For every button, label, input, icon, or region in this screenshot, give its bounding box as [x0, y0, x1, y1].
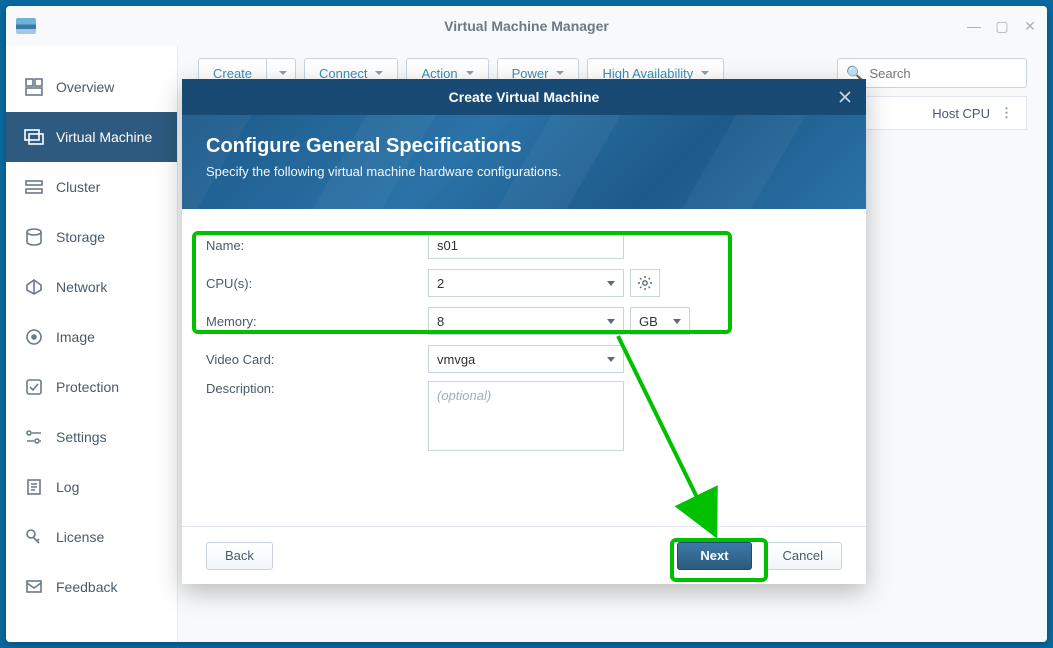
dialog-footer: Back Next Cancel: [182, 526, 866, 584]
cpu-label: CPU(s):: [206, 276, 428, 291]
memory-unit-dropdown[interactable]: GB: [630, 307, 690, 335]
cpu-dropdown[interactable]: 2: [428, 269, 624, 297]
dialog-banner: Configure General Specifications Specify…: [182, 115, 866, 209]
chevron-down-icon: [607, 357, 615, 362]
create-vm-dialog: Create Virtual Machine Configure General…: [182, 79, 866, 584]
app-window: Virtual Machine Manager — ▢ ✕ Overview V…: [6, 6, 1047, 642]
back-button[interactable]: Back: [206, 542, 273, 570]
memory-dropdown[interactable]: 8: [428, 307, 624, 335]
chevron-down-icon: [673, 319, 681, 324]
gear-icon: [637, 275, 653, 291]
dialog-close-button[interactable]: [836, 88, 854, 106]
chevron-down-icon: [607, 319, 615, 324]
close-icon: [839, 91, 851, 103]
name-input[interactable]: [428, 231, 624, 259]
video-dropdown[interactable]: vmvga: [428, 345, 624, 373]
dialog-heading: Configure General Specifications: [206, 135, 842, 158]
dialog-titlebar: Create Virtual Machine: [182, 79, 866, 115]
name-label: Name:: [206, 238, 428, 253]
dialog-body: Name: CPU(s): 2 Memory:: [182, 209, 866, 477]
cpu-settings-button[interactable]: [630, 269, 660, 297]
next-button[interactable]: Next: [677, 542, 751, 570]
video-label: Video Card:: [206, 352, 428, 367]
description-label: Description:: [206, 381, 428, 396]
cancel-button[interactable]: Cancel: [764, 542, 842, 570]
description-textarea[interactable]: [428, 381, 624, 451]
dialog-subheading: Specify the following virtual machine ha…: [206, 164, 842, 179]
memory-label: Memory:: [206, 314, 428, 329]
dialog-title: Create Virtual Machine: [449, 89, 600, 105]
chevron-down-icon: [607, 281, 615, 286]
